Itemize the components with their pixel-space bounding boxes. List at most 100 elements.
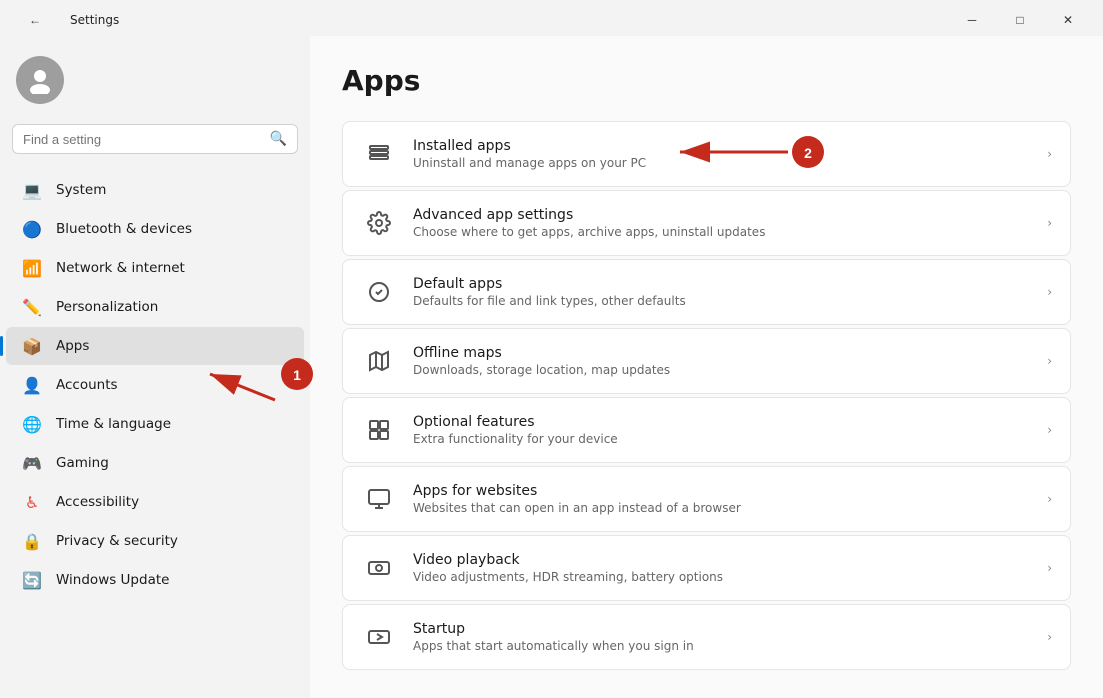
video-playback-desc: Video adjustments, HDR streaming, batter… [413,570,1031,584]
installed-apps-title: Installed apps [413,138,1031,154]
search-input[interactable] [23,132,262,147]
offline-maps-title: Offline maps [413,345,1031,361]
settings-item-startup[interactable]: Startup Apps that start automatically wh… [342,604,1071,670]
privacy-icon: 🔒 [22,531,42,551]
titlebar-left: ← Settings [12,5,119,35]
settings-list: Installed apps Uninstall and manage apps… [342,121,1071,670]
sidebar-item-gaming[interactable]: 🎮 Gaming [6,444,304,482]
accessibility-icon: ♿ [22,492,42,512]
system-icon: 💻 [22,180,42,200]
app-body: 🔍 💻 System 🔵 Bluetooth & devices 📶 Netwo… [0,36,1103,698]
startup-chevron: › [1047,630,1052,644]
video-playback-text: Video playback Video adjustments, HDR st… [413,552,1031,584]
minimize-button[interactable]: ─ [949,5,995,35]
titlebar: ← Settings ─ □ ✕ [0,0,1103,36]
titlebar-title: Settings [70,13,119,27]
sidebar-item-gaming-label: Gaming [56,455,109,471]
settings-item-advanced[interactable]: Advanced app settings Choose where to ge… [342,190,1071,256]
startup-text: Startup Apps that start automatically wh… [413,621,1031,653]
settings-item-installed-apps[interactable]: Installed apps Uninstall and manage apps… [342,121,1071,187]
advanced-desc: Choose where to get apps, archive apps, … [413,225,1031,239]
sidebar-item-system-label: System [56,182,106,198]
installed-apps-chevron: › [1047,147,1052,161]
startup-desc: Apps that start automatically when you s… [413,639,1031,653]
installed-apps-text: Installed apps Uninstall and manage apps… [413,138,1031,170]
sidebar-item-update-label: Windows Update [56,572,169,588]
video-playback-chevron: › [1047,561,1052,575]
optional-features-icon [361,412,397,448]
startup-title: Startup [413,621,1031,637]
startup-icon [361,619,397,655]
sidebar-item-system[interactable]: 💻 System [6,171,304,209]
sidebar-item-privacy-label: Privacy & security [56,533,178,549]
sidebar-item-time-label: Time & language [56,416,171,432]
apps-icon: 📦 [22,336,42,356]
accounts-icon: 👤 [22,375,42,395]
sidebar-item-apps-label: Apps [56,338,89,354]
time-icon: 🌐 [22,414,42,434]
default-apps-icon [361,274,397,310]
apps-websites-title: Apps for websites [413,483,1031,499]
settings-item-offline-maps[interactable]: Offline maps Downloads, storage location… [342,328,1071,394]
apps-websites-icon [361,481,397,517]
optional-features-text: Optional features Extra functionality fo… [413,414,1031,446]
sidebar-item-accounts-label: Accounts [56,377,118,393]
avatar [16,56,64,104]
sidebar-item-apps[interactable]: 📦 Apps [6,327,304,365]
offline-maps-icon [361,343,397,379]
apps-websites-text: Apps for websites Websites that can open… [413,483,1031,515]
offline-maps-text: Offline maps Downloads, storage location… [413,345,1031,377]
apps-websites-chevron: › [1047,492,1052,506]
sidebar-item-network[interactable]: 📶 Network & internet [6,249,304,287]
maximize-button[interactable]: □ [997,5,1043,35]
update-icon: 🔄 [22,570,42,590]
search-icon: 🔍 [270,131,287,147]
page-title: Apps [342,64,1071,97]
apps-websites-desc: Websites that can open in an app instead… [413,501,1031,515]
sidebar-item-bluetooth[interactable]: 🔵 Bluetooth & devices [6,210,304,248]
installed-apps-desc: Uninstall and manage apps on your PC [413,156,1031,170]
video-playback-title: Video playback [413,552,1031,568]
default-apps-text: Default apps Defaults for file and link … [413,276,1031,308]
search-box[interactable]: 🔍 [12,124,298,154]
network-icon: 📶 [22,258,42,278]
optional-features-desc: Extra functionality for your device [413,432,1031,446]
default-apps-chevron: › [1047,285,1052,299]
sidebar-item-time[interactable]: 🌐 Time & language [6,405,304,443]
settings-item-optional-features[interactable]: Optional features Extra functionality fo… [342,397,1071,463]
advanced-chevron: › [1047,216,1052,230]
close-button[interactable]: ✕ [1045,5,1091,35]
settings-item-default-apps[interactable]: Default apps Defaults for file and link … [342,259,1071,325]
profile-area [0,44,310,124]
default-apps-title: Default apps [413,276,1031,292]
sidebar-item-bluetooth-label: Bluetooth & devices [56,221,192,237]
optional-features-chevron: › [1047,423,1052,437]
sidebar-item-personalization[interactable]: ✏️ Personalization [6,288,304,326]
gaming-icon: 🎮 [22,453,42,473]
sidebar-item-accessibility[interactable]: ♿ Accessibility [6,483,304,521]
main-content: Apps Installed apps Uninstall and manage… [310,36,1103,698]
sidebar-item-network-label: Network & internet [56,260,185,276]
sidebar-item-personalization-label: Personalization [56,299,158,315]
installed-apps-icon [361,136,397,172]
settings-item-apps-websites[interactable]: Apps for websites Websites that can open… [342,466,1071,532]
advanced-icon [361,205,397,241]
sidebar: 🔍 💻 System 🔵 Bluetooth & devices 📶 Netwo… [0,36,310,698]
sidebar-item-privacy[interactable]: 🔒 Privacy & security [6,522,304,560]
titlebar-controls: ─ □ ✕ [949,5,1091,35]
sidebar-nav: 💻 System 🔵 Bluetooth & devices 📶 Network… [0,170,310,600]
sidebar-item-accessibility-label: Accessibility [56,494,139,510]
offline-maps-desc: Downloads, storage location, map updates [413,363,1031,377]
optional-features-title: Optional features [413,414,1031,430]
back-button[interactable]: ← [12,5,58,35]
video-playback-icon [361,550,397,586]
sidebar-item-accounts[interactable]: 👤 Accounts [6,366,304,404]
settings-item-video-playback[interactable]: Video playback Video adjustments, HDR st… [342,535,1071,601]
offline-maps-chevron: › [1047,354,1052,368]
advanced-title: Advanced app settings [413,207,1031,223]
advanced-text: Advanced app settings Choose where to ge… [413,207,1031,239]
personalization-icon: ✏️ [22,297,42,317]
sidebar-item-update[interactable]: 🔄 Windows Update [6,561,304,599]
default-apps-desc: Defaults for file and link types, other … [413,294,1031,308]
bluetooth-icon: 🔵 [22,219,42,239]
